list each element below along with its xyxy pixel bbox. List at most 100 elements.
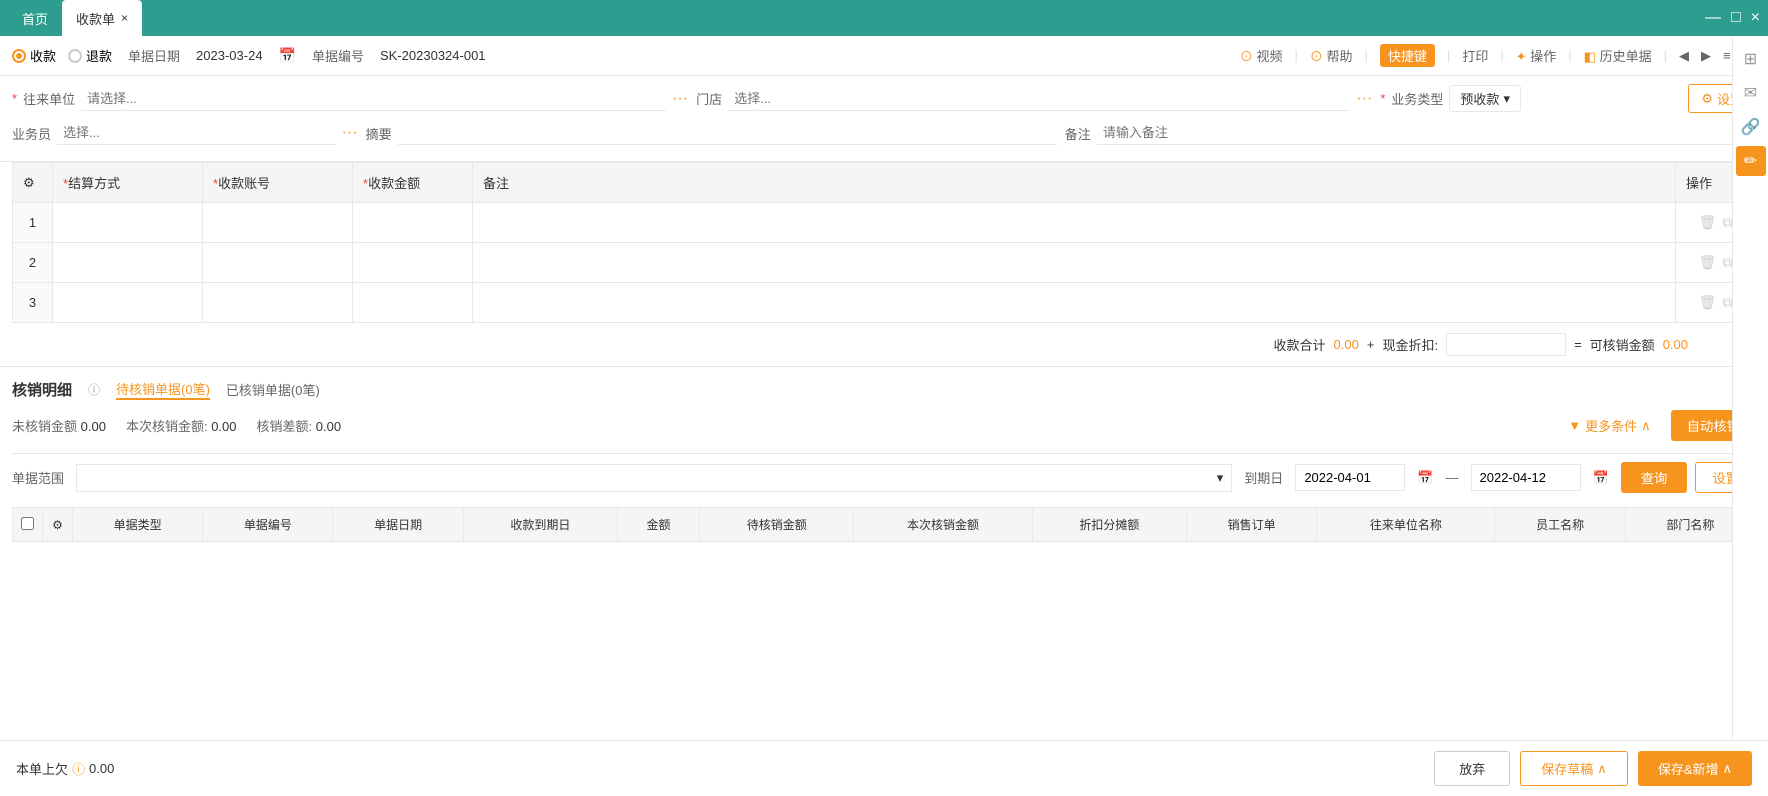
date-label: 到期日: [1244, 468, 1283, 487]
tab-done[interactable]: 已核销单据(0笔): [226, 380, 320, 399]
counterpart-input[interactable]: [81, 87, 666, 111]
staff-input[interactable]: [57, 121, 336, 145]
account-cell[interactable]: [203, 203, 353, 243]
remark-cell[interactable]: [473, 283, 1676, 323]
date-to-input[interactable]: [1471, 464, 1581, 491]
verify-info-icon[interactable]: ⓘ: [88, 381, 100, 398]
radio-collection-label: 收款: [30, 46, 56, 65]
remark-cell[interactable]: [473, 203, 1676, 243]
account-cell[interactable]: [203, 283, 353, 323]
bottom-col-header: 往来单位名称: [1317, 508, 1495, 542]
tab-active[interactable]: 收款单 ×: [62, 0, 142, 36]
summary-row: 收款合计 0.00 + 现金折扣: = 可核销金额 0.00: [0, 323, 1768, 367]
col-settings[interactable]: ⚙: [13, 163, 53, 203]
delete-icon[interactable]: 🗑: [1699, 254, 1717, 271]
prev-label: 本单上欠: [16, 759, 68, 778]
remark-field: 备注: [1065, 121, 1756, 145]
shop-input[interactable]: [728, 87, 1350, 111]
table-row: 2 🗑 ⧉: [13, 243, 1756, 283]
copy-icon[interactable]: ⧉: [1722, 294, 1732, 311]
delete-icon[interactable]: 🗑: [1699, 214, 1717, 231]
radio-refund-circle: [68, 49, 82, 63]
calendar-to-icon[interactable]: 📅: [1593, 470, 1609, 486]
bottom-table: ⚙单据类型单据编号单据日期收款到期日金额待核销金额本次核销金额折扣分摊额销售订单…: [12, 507, 1756, 542]
col-amount-header: *收款金额: [353, 163, 473, 203]
remark-cell[interactable]: [473, 243, 1676, 283]
counterpart-more-btn[interactable]: ···: [672, 90, 688, 108]
more-conditions-btn[interactable]: ▼ 更多条件 ∧: [1568, 416, 1650, 435]
close-btn[interactable]: ×: [1751, 9, 1760, 27]
staff-field: 业务员 ···: [12, 121, 358, 145]
sidebar-link-icon[interactable]: 🔗: [1736, 112, 1766, 142]
settle-cell[interactable]: [53, 283, 203, 323]
diff-value: 0.00: [316, 419, 341, 434]
col-settle-header: *结算方式: [53, 163, 203, 203]
layout-icon[interactable]: ≡: [1723, 48, 1731, 63]
discount-label: 现金折扣:: [1382, 335, 1438, 354]
staff-label: 业务员: [12, 124, 51, 143]
radio-collection[interactable]: 收款: [12, 46, 56, 65]
sidebar-table-icon[interactable]: ⊞: [1736, 44, 1766, 74]
tab-bar: 首页 收款单 × — □ ×: [0, 0, 1768, 36]
col-settings2[interactable]: ⚙: [43, 508, 73, 542]
settle-cell[interactable]: [53, 203, 203, 243]
plus-sign: +: [1367, 337, 1375, 352]
btn-operation[interactable]: ✦ 操作: [1516, 46, 1557, 65]
biz-type-select[interactable]: 预收款 ▾: [1449, 85, 1521, 112]
calendar-from-icon[interactable]: 📅: [1417, 470, 1433, 486]
discount-input[interactable]: [1446, 333, 1566, 356]
btn-shortcut[interactable]: 快捷键: [1380, 44, 1435, 67]
btn-history[interactable]: ◧ 历史单据: [1584, 46, 1652, 65]
delete-icon[interactable]: 🗑: [1699, 294, 1717, 311]
form-row-1: * 往来单位 ··· 门店 ··· * 业务类型 预收款 ▾ ⚙ 设置: [12, 84, 1756, 113]
copy-icon[interactable]: ⧉: [1722, 254, 1732, 271]
abandon-btn[interactable]: 放弃: [1434, 751, 1510, 786]
settle-cell[interactable]: [53, 243, 203, 283]
top-toolbar: 收款 退款 单据日期 2023-03-24 📅 单据编号 SK-20230324…: [0, 36, 1768, 76]
counterpart-field: * 往来单位 ···: [12, 87, 688, 111]
maximize-btn[interactable]: □: [1731, 9, 1741, 27]
minimize-btn[interactable]: —: [1705, 9, 1721, 27]
tab-close-icon[interactable]: ×: [121, 11, 128, 25]
summary-label: 摘要: [366, 124, 392, 143]
radio-refund[interactable]: 退款: [68, 46, 112, 65]
footer-left: 本单上欠 ⓘ 0.00: [16, 759, 114, 778]
nav-prev-icon[interactable]: ◀: [1679, 48, 1689, 64]
tab-home[interactable]: 首页: [8, 0, 62, 36]
collection-table: ⚙ *结算方式 *收款账号 *收款金额 备注 操作 1: [12, 162, 1756, 323]
account-cell[interactable]: [203, 243, 353, 283]
amount-cell[interactable]: [353, 243, 473, 283]
save-btn[interactable]: 保存&新增 ∧: [1638, 751, 1752, 786]
select-all-checkbox[interactable]: [21, 517, 34, 530]
date-from-input[interactable]: [1295, 464, 1405, 491]
sidebar-edit-icon[interactable]: ✏: [1736, 146, 1766, 176]
tab-pending[interactable]: 待核销单据(0笔): [116, 379, 210, 400]
btn-video[interactable]: ⊙ 视频: [1240, 46, 1283, 65]
radio-group: 收款 退款: [12, 46, 112, 65]
save-label: 保存&新增: [1658, 759, 1719, 778]
bill-no-value: SK-20230324-001: [380, 48, 486, 63]
staff-more-btn[interactable]: ···: [342, 124, 358, 142]
draft-btn[interactable]: 保存草稿 ∧: [1520, 751, 1628, 786]
this-cancel-stat: 本次核销金额: 0.00: [126, 416, 237, 435]
sidebar-mail-icon[interactable]: ✉: [1736, 78, 1766, 108]
shop-more-btn[interactable]: ···: [1356, 90, 1372, 108]
radio-refund-label: 退款: [86, 46, 112, 65]
calendar-icon[interactable]: 📅: [279, 47, 296, 64]
checkbox-col[interactable]: [13, 508, 43, 542]
amount-cell[interactable]: [353, 283, 473, 323]
remark-input[interactable]: [1097, 121, 1756, 145]
footer-right: 放弃 保存草稿 ∧ 保存&新增 ∧: [1434, 751, 1752, 786]
draft-label: 保存草稿: [1541, 759, 1593, 778]
btn-help[interactable]: ⊙ 帮助: [1310, 46, 1353, 65]
draft-chevron-icon: ∧: [1597, 761, 1607, 777]
summary-input[interactable]: [398, 121, 1057, 145]
range-select[interactable]: ▾: [76, 464, 1232, 492]
gear-icon: ⚙: [1701, 91, 1713, 107]
amount-cell[interactable]: [353, 203, 473, 243]
btn-print[interactable]: 打印: [1462, 46, 1488, 65]
copy-icon[interactable]: ⧉: [1722, 214, 1732, 231]
query-btn[interactable]: 查询: [1621, 462, 1688, 493]
nav-next-icon[interactable]: ▶: [1701, 48, 1711, 64]
uncancelled-stat: 未核销金额 0.00: [12, 416, 106, 435]
